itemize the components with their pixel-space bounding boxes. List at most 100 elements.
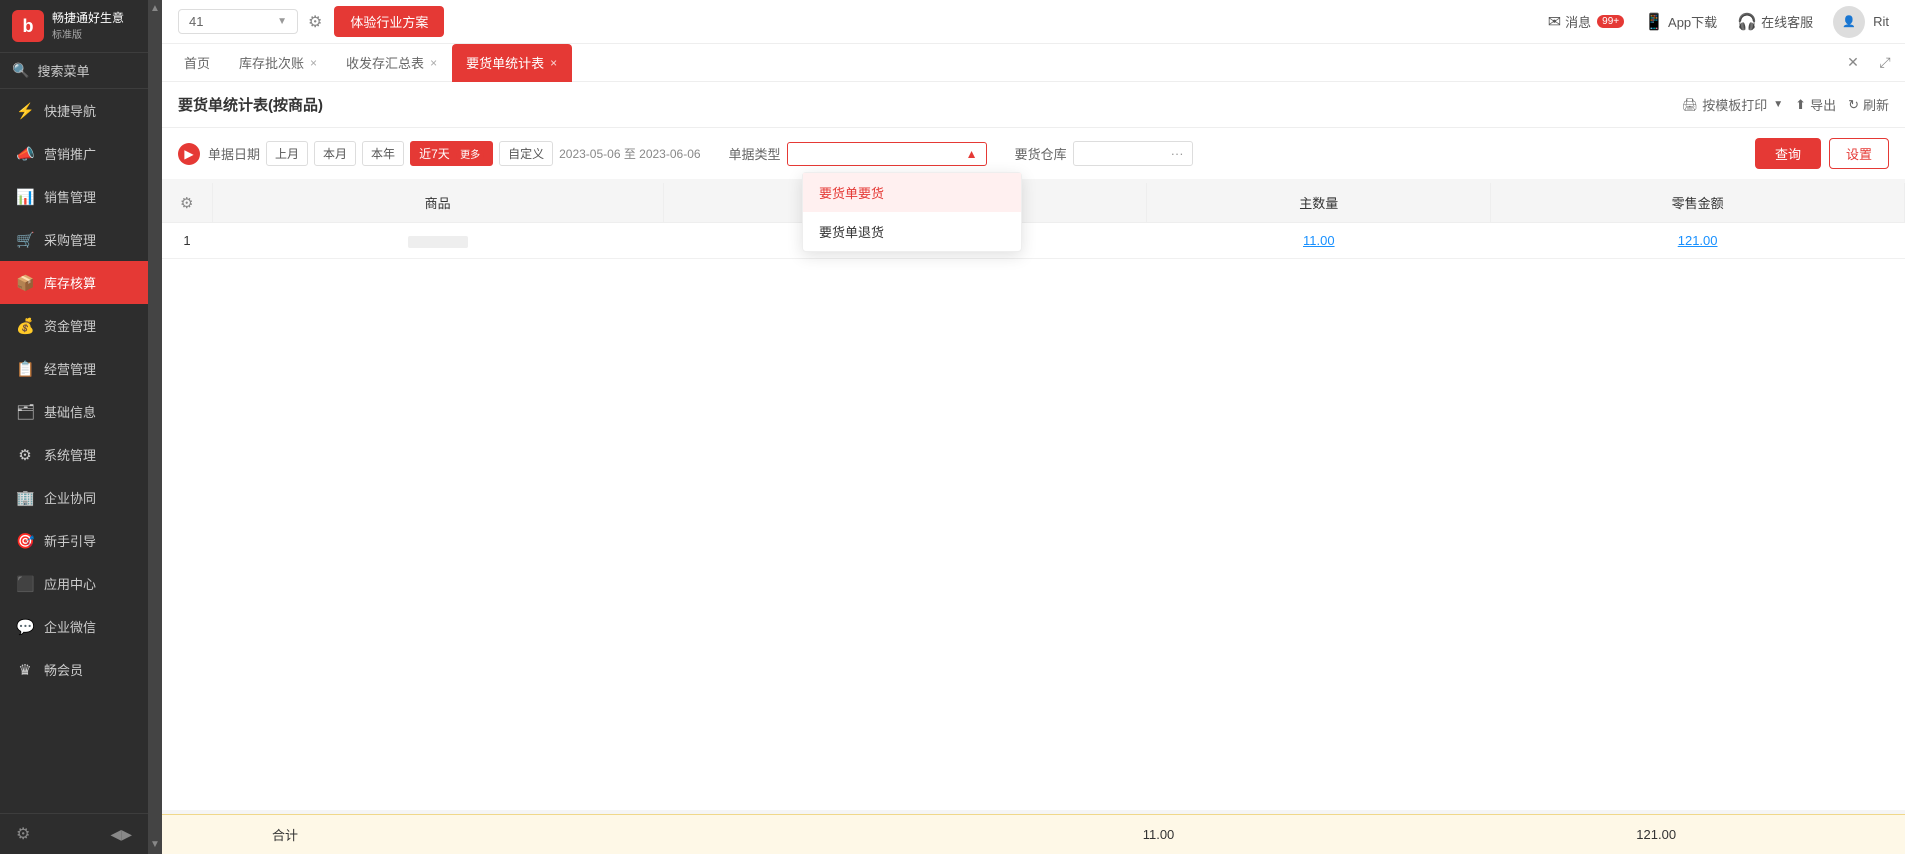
main-area: 41 ▼ ⚙ 体验行业方案 ✉ 消息 99+ 📱 App下载 🎧 在线客服 bbox=[162, 0, 1905, 854]
date-btn-custom[interactable]: 自定义 bbox=[499, 141, 553, 166]
query-button[interactable]: 查询 bbox=[1755, 138, 1821, 169]
sidebar-item-label: 营销推广 bbox=[44, 144, 96, 163]
product-placeholder bbox=[408, 236, 468, 248]
sidebar-search[interactable]: 🔍 搜索菜单 bbox=[0, 53, 148, 89]
filter-date-group: 单据日期 上月 本月 本年 近7天 更多 自定义 2023-05-06 至 20… bbox=[208, 141, 701, 166]
date-range-text: 2023-05-06 至 2023-06-06 bbox=[559, 145, 700, 162]
footer-quantity: 11.00 bbox=[910, 827, 1408, 842]
tab-order-stats[interactable]: 要货单统计表 × bbox=[452, 44, 572, 82]
data-table-container: ⚙ 商品 主计量单位 主数量 零售金额 1 块 bbox=[162, 183, 1905, 810]
tab-shipment-summary[interactable]: 收发存汇总表 × bbox=[332, 44, 452, 82]
sidebar-item-inventory[interactable]: 📦 库存核算 bbox=[0, 261, 148, 304]
sidebar-item-system[interactable]: ⚙ 系统管理 bbox=[0, 433, 148, 476]
content-area: 要货单统计表(按商品) 🖨 按模板打印 ▼ ⬆ 导出 ↻ 刷新 ▶ bbox=[162, 82, 1905, 854]
filter-expand-button[interactable]: ▶ bbox=[178, 143, 200, 165]
sidebar-item-basic[interactable]: 🗂 基础信息 bbox=[0, 390, 148, 433]
message-icon: ✉ bbox=[1548, 12, 1561, 32]
column-settings-icon[interactable]: ⚙ bbox=[180, 195, 193, 212]
cell-seq: 1 bbox=[162, 223, 212, 259]
tab-shipment-summary-close[interactable]: × bbox=[430, 56, 437, 70]
store-selector[interactable]: 41 ▼ bbox=[178, 9, 298, 34]
quantity-link[interactable]: 11.00 bbox=[1303, 233, 1335, 248]
refresh-icon: ↻ bbox=[1848, 97, 1859, 113]
enterprise-icon: 🏢 bbox=[16, 489, 34, 507]
filter-warehouse-group: 要货仓库 ··· bbox=[1015, 141, 1193, 166]
amount-link[interactable]: 121.00 bbox=[1678, 233, 1718, 248]
footer-label: 合计 bbox=[212, 825, 412, 844]
sidebar-item-finance[interactable]: 💰 资金管理 bbox=[0, 304, 148, 347]
maximize-icon[interactable]: ⤢ bbox=[1873, 51, 1897, 75]
more-badge: 更多 bbox=[456, 149, 484, 162]
collapse-icon[interactable]: ◀▶ bbox=[110, 826, 132, 843]
settings-button[interactable]: 设置 bbox=[1829, 138, 1889, 169]
dropdown-item-return[interactable]: 要货单退货 bbox=[803, 212, 1021, 251]
tab-inventory-batch-close[interactable]: × bbox=[310, 56, 317, 70]
sidebar-item-enterprise[interactable]: 🏢 企业协同 bbox=[0, 476, 148, 519]
export-icon: ⬆ bbox=[1795, 97, 1806, 113]
sidebar-item-purchase[interactable]: 🛒 采购管理 bbox=[0, 218, 148, 261]
date-btn-this-year[interactable]: 本年 bbox=[362, 141, 404, 166]
logo-icon: b bbox=[12, 10, 44, 42]
online-service-action[interactable]: 🎧 在线客服 bbox=[1737, 12, 1813, 32]
warehouse-select[interactable]: ··· bbox=[1073, 141, 1193, 166]
system-icon: ⚙ bbox=[16, 446, 34, 464]
store-settings-icon[interactable]: ⚙ bbox=[308, 12, 322, 32]
date-btn-last-month[interactable]: 上月 bbox=[266, 141, 308, 166]
export-button[interactable]: ⬆ 导出 bbox=[1795, 95, 1836, 114]
trial-button[interactable]: 体验行业方案 bbox=[334, 6, 444, 37]
print-button[interactable]: 🖨 按模板打印 ▼ bbox=[1682, 95, 1783, 114]
wechat-icon: 💬 bbox=[16, 618, 34, 636]
sidebar-item-wechat[interactable]: 💬 企业微信 bbox=[0, 605, 148, 648]
operations-icon: 📋 bbox=[16, 360, 34, 378]
sidebar-item-sales[interactable]: 📊 销售管理 bbox=[0, 175, 148, 218]
col-product: 商品 bbox=[212, 183, 663, 223]
scroll-up-icon[interactable]: ▲ bbox=[150, 4, 160, 14]
sidebar-scroll[interactable]: ▲ ▼ bbox=[148, 0, 162, 854]
sidebar-item-appstore[interactable]: ⬛ 应用中心 bbox=[0, 562, 148, 605]
sidebar-item-label: 库存核算 bbox=[44, 273, 96, 292]
sidebar-item-label: 新手引导 bbox=[44, 531, 96, 550]
topbar: 41 ▼ ⚙ 体验行业方案 ✉ 消息 99+ 📱 App下载 🎧 在线客服 bbox=[162, 0, 1905, 44]
close-tab-icon[interactable]: ✕ bbox=[1841, 51, 1865, 75]
avatar: 👤 bbox=[1833, 6, 1865, 38]
app-download-action[interactable]: 📱 App下载 bbox=[1644, 12, 1717, 32]
sidebar-item-marketing[interactable]: 📣 营销推广 bbox=[0, 132, 148, 175]
date-btn-recent-7-days[interactable]: 近7天 更多 bbox=[410, 141, 493, 166]
tab-inventory-batch[interactable]: 库存批次账 × bbox=[225, 44, 332, 82]
messages-action[interactable]: ✉ 消息 99+ bbox=[1548, 12, 1624, 32]
sidebar-item-operations[interactable]: 📋 经营管理 bbox=[0, 347, 148, 390]
user-avatar-text: 👤 bbox=[1842, 15, 1856, 28]
sidebar-item-label: 企业微信 bbox=[44, 617, 96, 636]
sidebar-item-guide[interactable]: 🎯 新手引导 bbox=[0, 519, 148, 562]
store-name: 41 bbox=[189, 14, 271, 29]
page-header: 要货单统计表(按商品) 🖨 按模板打印 ▼ ⬆ 导出 ↻ 刷新 bbox=[162, 82, 1905, 128]
date-btn-this-month[interactable]: 本月 bbox=[314, 141, 356, 166]
tab-home[interactable]: 首页 bbox=[170, 44, 225, 82]
app-name: 畅捷通好生意 bbox=[52, 11, 124, 27]
sidebar-item-vip[interactable]: ♛ 畅会员 bbox=[0, 648, 148, 691]
page-title: 要货单统计表(按商品) bbox=[178, 94, 323, 115]
sidebar-item-label: 经营管理 bbox=[44, 359, 96, 378]
sidebar-item-label: 系统管理 bbox=[44, 445, 96, 464]
tab-order-stats-close[interactable]: × bbox=[550, 56, 557, 70]
type-select[interactable]: ▲ bbox=[787, 142, 987, 166]
more-options-icon: ··· bbox=[1171, 146, 1184, 161]
refresh-button[interactable]: ↻ 刷新 bbox=[1848, 95, 1889, 114]
settings-icon[interactable]: ⚙ bbox=[16, 824, 30, 844]
purchase-icon: 🛒 bbox=[16, 231, 34, 249]
sidebar-search-label: 搜索菜单 bbox=[37, 61, 89, 80]
col-amount: 零售金额 bbox=[1491, 183, 1905, 223]
finance-icon: 💰 bbox=[16, 317, 34, 335]
warehouse-label: 要货仓库 bbox=[1015, 144, 1067, 163]
cell-product bbox=[212, 223, 663, 259]
date-label: 单据日期 bbox=[208, 144, 260, 163]
app-logo: b 畅捷通好生意 标准版 bbox=[0, 0, 148, 53]
sidebar-item-quick-nav[interactable]: ⚡ 快捷导航 bbox=[0, 89, 148, 132]
user-profile[interactable]: 👤 Rit bbox=[1833, 6, 1889, 38]
scroll-down-icon[interactable]: ▼ bbox=[150, 840, 160, 850]
chevron-down-icon: ▼ bbox=[1773, 99, 1783, 110]
appstore-icon: ⬛ bbox=[16, 575, 34, 593]
sales-icon: 📊 bbox=[16, 188, 34, 206]
dropdown-item-requisition[interactable]: 要货单要货 bbox=[803, 173, 1021, 212]
quick-nav-icon: ⚡ bbox=[16, 102, 34, 120]
